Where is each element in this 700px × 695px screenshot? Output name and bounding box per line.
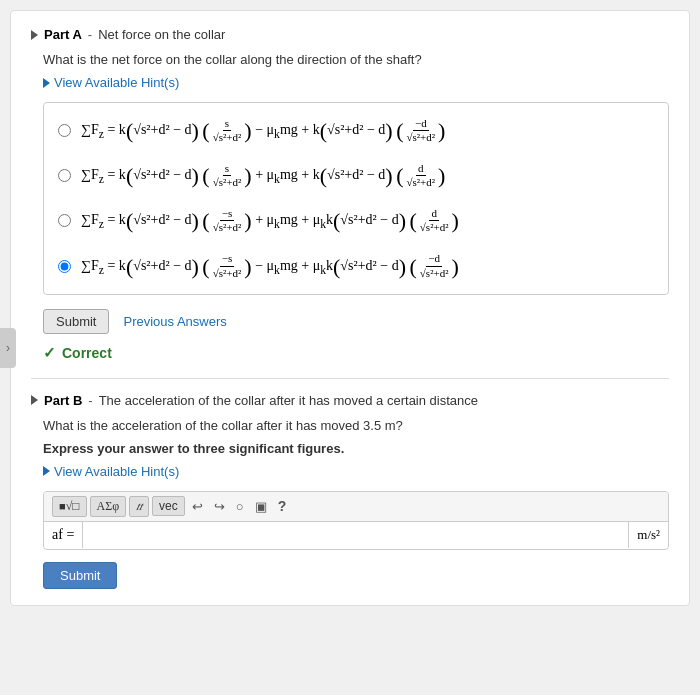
refresh-icon[interactable]: ○	[232, 497, 248, 516]
part-b-hint-toggle[interactable]: View Available Hint(s)	[43, 464, 669, 479]
prev-answers-link[interactable]: Previous Answers	[123, 314, 226, 329]
part-a-submit-row: Submit Previous Answers	[43, 309, 669, 334]
part-b-collapse-icon[interactable]	[31, 395, 38, 405]
hint-arrow-icon	[43, 78, 50, 88]
options-box: ∑Fz = k(√s²+d² − d) (s√s²+d²) − μkmg + k…	[43, 102, 669, 295]
part-b-header: Part B - The acceleration of the collar …	[31, 393, 669, 408]
formula-4: ∑Fz = k(√s²+d² − d) (−s√s²+d²) − μkmg + …	[81, 249, 459, 284]
part-a-question: What is the net force on the collar alon…	[43, 52, 669, 67]
formula-2: ∑Fz = k(√s²+d² − d) (s√s²+d²) + μkmg + k…	[81, 158, 445, 193]
option-radio-4[interactable]	[58, 260, 71, 273]
part-a-collapse-icon[interactable]	[31, 30, 38, 40]
part-b-instruction: Express your answer to three significant…	[43, 441, 669, 456]
tt-button[interactable]: 𝑡𝑡	[129, 496, 149, 517]
vec-button[interactable]: vec	[152, 496, 185, 516]
part-a-desc: Net force on the collar	[98, 27, 225, 42]
main-content: Part A - Net force on the collar What is…	[10, 10, 690, 606]
section-divider	[31, 378, 669, 379]
option-radio-1[interactable]	[58, 124, 71, 137]
option-radio-2[interactable]	[58, 169, 71, 182]
sidebar-toggle[interactable]: ›	[0, 328, 16, 368]
answer-field[interactable]	[83, 522, 628, 549]
part-a-hint-label: View Available Hint(s)	[54, 75, 179, 90]
option-row-3: ∑Fz = k(√s²+d² − d) (−s√s²+d²) + μkmg + …	[58, 203, 654, 238]
part-a-label: Part A	[44, 27, 82, 42]
asigma-button[interactable]: AΣφ	[90, 496, 127, 517]
undo-icon[interactable]: ↩	[188, 497, 207, 516]
sqrt-icon: √□	[66, 499, 80, 514]
toolbar-row: ■ √□ AΣφ 𝑡𝑡 vec ↩ ↪ ○	[44, 492, 668, 522]
part-b-section: Part B - The acceleration of the collar …	[31, 393, 669, 589]
answer-input-block: ■ √□ AΣφ 𝑡𝑡 vec ↩ ↪ ○	[43, 491, 669, 550]
option-radio-3[interactable]	[58, 214, 71, 227]
part-a-header: Part A - Net force on the collar	[31, 27, 669, 42]
part-a-hint-toggle[interactable]: View Available Hint(s)	[43, 75, 669, 90]
tt-icon: 𝑡𝑡	[136, 499, 142, 514]
answer-unit: m/s²	[628, 522, 668, 548]
option-row-1: ∑Fz = k(√s²+d² − d) (s√s²+d²) − μkmg + k…	[58, 113, 654, 148]
part-b-submit-row: Submit	[43, 562, 669, 589]
input-answer-row: af = m/s²	[44, 522, 668, 549]
correct-checkmark-icon: ✓	[43, 344, 56, 362]
input-with-toolbar: ■ √□ AΣφ 𝑡𝑡 vec ↩ ↪ ○	[43, 491, 669, 550]
part-b-submit-button[interactable]: Submit	[43, 562, 117, 589]
option-row-2: ∑Fz = k(√s²+d² − d) (s√s²+d²) + μkmg + k…	[58, 158, 654, 193]
formula-3: ∑Fz = k(√s²+d² − d) (−s√s²+d²) + μkmg + …	[81, 203, 459, 238]
part-b-hint-label: View Available Hint(s)	[54, 464, 179, 479]
correct-row: ✓ Correct	[43, 344, 669, 362]
part-a-dash: -	[88, 27, 92, 42]
option-row-4: ∑Fz = k(√s²+d² − d) (−s√s²+d²) − μkmg + …	[58, 249, 654, 284]
part-a-submit-button[interactable]: Submit	[43, 309, 109, 334]
redo-icon[interactable]: ↪	[210, 497, 229, 516]
part-b-dash: -	[88, 393, 92, 408]
help-icon[interactable]: ?	[274, 496, 291, 516]
image-icon[interactable]: ▣	[251, 497, 271, 516]
correct-text: Correct	[62, 345, 112, 361]
part-b-hint-arrow-icon	[43, 466, 50, 476]
part-b-question: What is the acceleration of the collar a…	[43, 418, 669, 433]
part-b-desc: The acceleration of the collar after it …	[99, 393, 478, 408]
part-b-label: Part B	[44, 393, 82, 408]
formula-1: ∑Fz = k(√s²+d² − d) (s√s²+d²) − μkmg + k…	[81, 113, 445, 148]
sqrt-button[interactable]: ■ √□	[52, 496, 87, 517]
answer-label: af =	[44, 522, 83, 548]
